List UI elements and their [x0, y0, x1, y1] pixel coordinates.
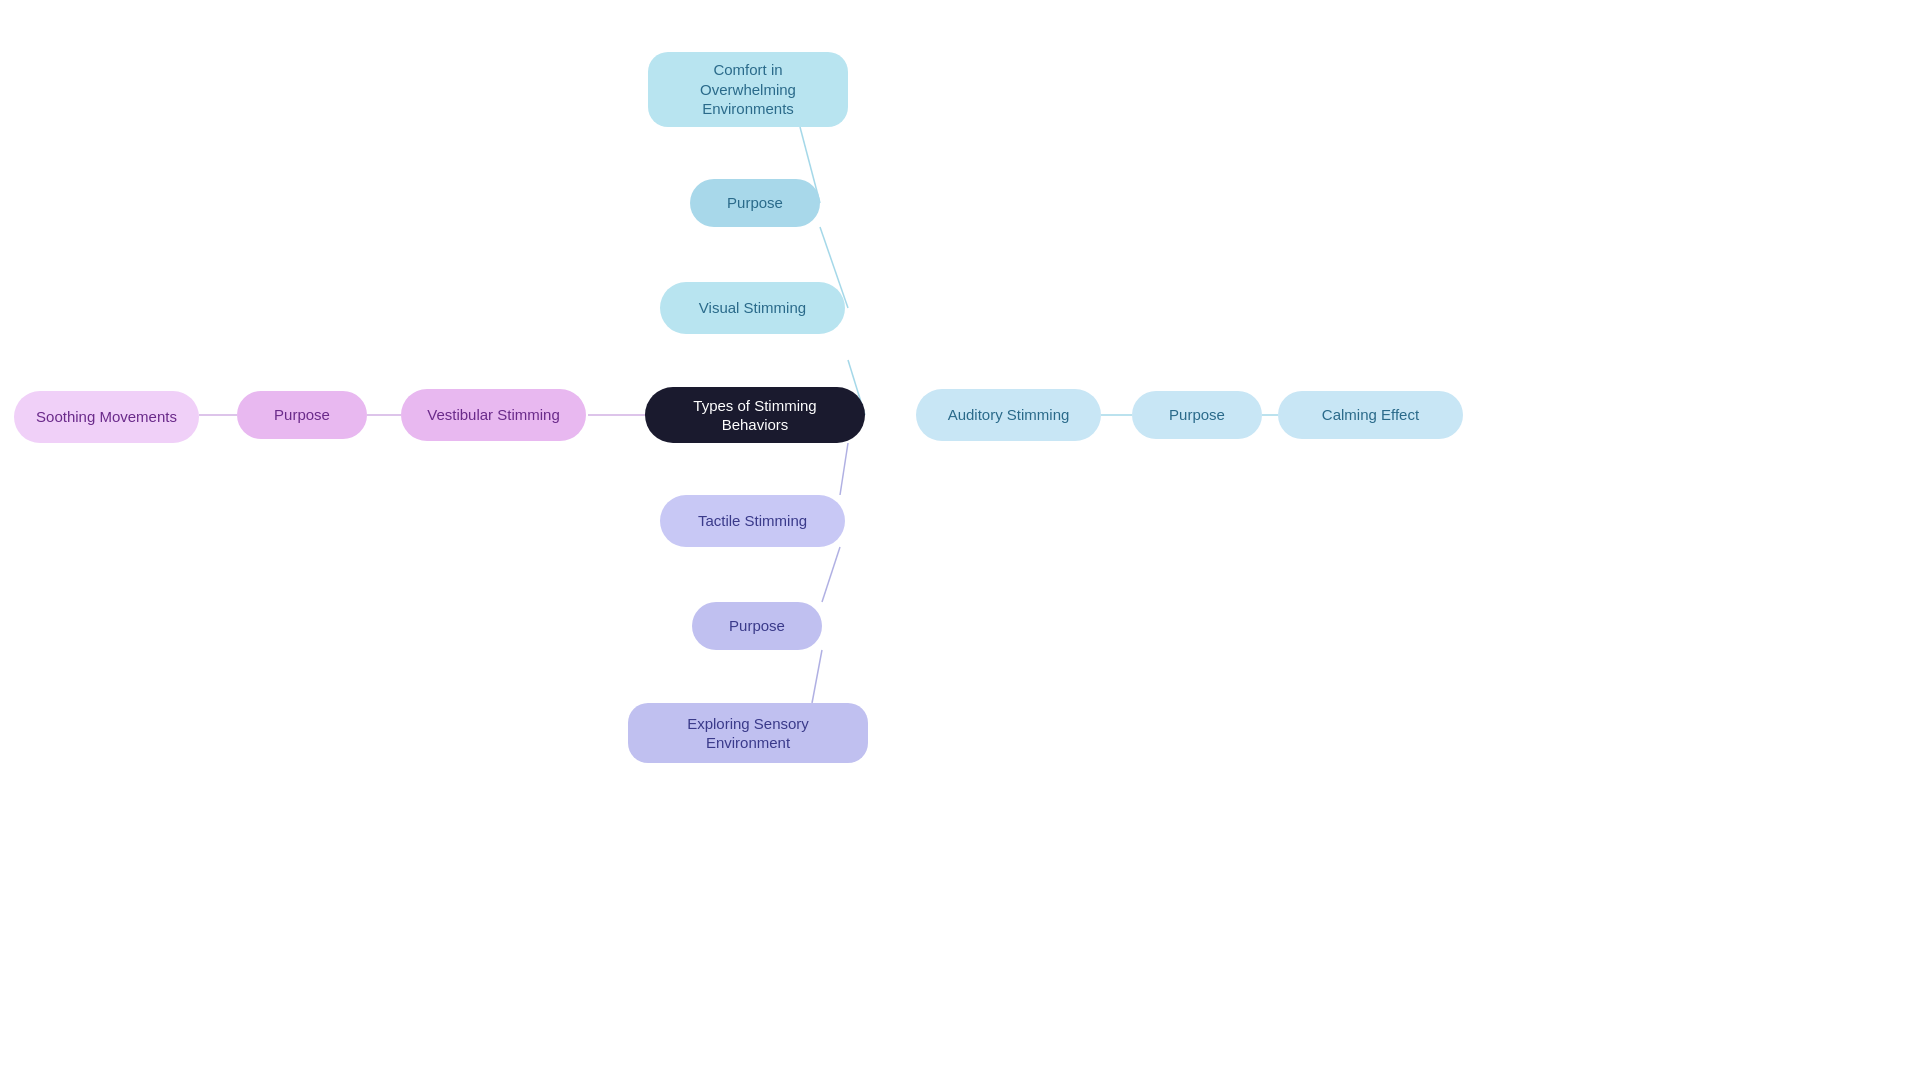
purpose-left-node[interactable]: Purpose: [237, 391, 367, 439]
purpose-left-label: Purpose: [256, 395, 348, 435]
purpose-right-label: Purpose: [1151, 395, 1243, 435]
calming-effect-label: Calming Effect: [1304, 395, 1437, 435]
center-node[interactable]: Types of Stimming Behaviors: [645, 387, 865, 443]
vestibular-stimming-label: Vestibular Stimming: [409, 395, 578, 435]
exploring-label: Exploring Sensory Environment: [628, 704, 868, 763]
exploring-node[interactable]: Exploring Sensory Environment: [628, 703, 868, 763]
purpose-top-label: Purpose: [709, 183, 801, 223]
visual-stimming-node[interactable]: Visual Stimming: [660, 282, 845, 334]
mindmap-canvas: Types of Stimming Behaviors Visual Stimm…: [0, 0, 1920, 1083]
svg-line-10: [822, 547, 840, 602]
visual-stimming-label: Visual Stimming: [681, 288, 824, 328]
auditory-stimming-label: Auditory Stimming: [930, 395, 1088, 435]
auditory-stimming-node[interactable]: Auditory Stimming: [916, 389, 1101, 441]
vestibular-stimming-node[interactable]: Vestibular Stimming: [401, 389, 586, 441]
soothing-label: Soothing Movements: [18, 397, 195, 437]
svg-line-11: [812, 650, 822, 703]
svg-line-9: [840, 443, 848, 495]
tactile-stimming-label: Tactile Stimming: [680, 501, 825, 541]
comfort-node[interactable]: Comfort in Overwhelming Environments: [648, 52, 848, 127]
purpose-top-node[interactable]: Purpose: [690, 179, 820, 227]
soothing-node[interactable]: Soothing Movements: [14, 391, 199, 443]
purpose-bottom-node[interactable]: Purpose: [692, 602, 822, 650]
purpose-bottom-label: Purpose: [711, 606, 803, 646]
calming-effect-node[interactable]: Calming Effect: [1278, 391, 1463, 439]
purpose-right-node[interactable]: Purpose: [1132, 391, 1262, 439]
center-label: Types of Stimming Behaviors: [645, 386, 865, 445]
tactile-stimming-node[interactable]: Tactile Stimming: [660, 495, 845, 547]
comfort-label: Comfort in Overwhelming Environments: [648, 50, 848, 129]
connections-svg: [0, 0, 1920, 1083]
